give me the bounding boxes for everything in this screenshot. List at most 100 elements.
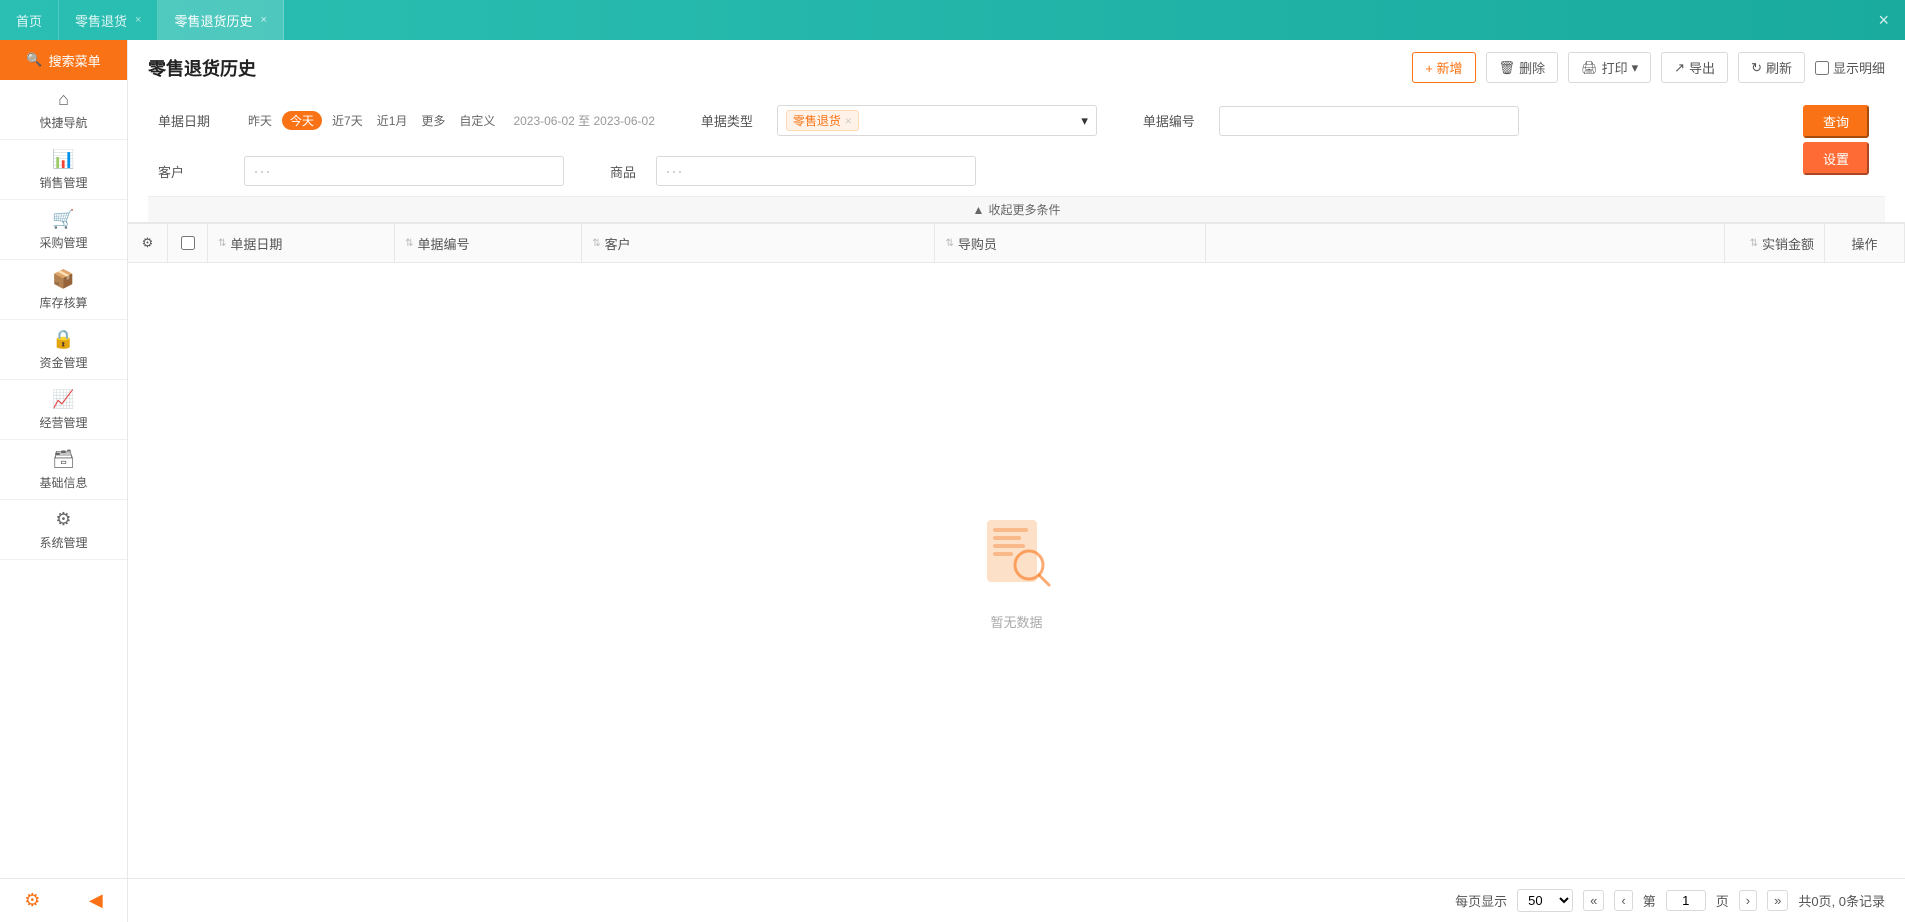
date-btn-7days[interactable]: 近7天	[328, 111, 367, 130]
delete-icon: 🗑	[1499, 60, 1516, 76]
voucher-input[interactable]	[1219, 106, 1519, 136]
sidebar-item-base-info[interactable]: 🗃 基础信息	[0, 440, 127, 500]
date-btn-more[interactable]: 更多	[417, 111, 449, 130]
last-page-button[interactable]: »	[1767, 890, 1788, 911]
type-tag: 零售退货 ×	[786, 110, 859, 131]
new-button[interactable]: + 新增	[1412, 52, 1475, 83]
sidebar-item-operations-label: 经营管理	[39, 414, 87, 431]
th-guide[interactable]: ⇅ 导购员	[935, 224, 1205, 262]
empty-state: 暂无数据	[128, 263, 1905, 878]
sidebar-search[interactable]: 🔍 搜索菜单	[0, 40, 127, 80]
sidebar-item-sys-mgmt[interactable]: ⚙ 系统管理	[0, 500, 127, 560]
th-spacer	[1206, 224, 1725, 262]
goods-select[interactable]: ···	[656, 156, 976, 186]
customer-select[interactable]: ···	[244, 156, 564, 186]
tab-home[interactable]: 首页	[0, 0, 59, 40]
empty-text: 暂无数据	[990, 612, 1042, 631]
operations-icon: 📈	[52, 389, 74, 410]
search-icon: 🔍	[26, 52, 42, 68]
customer-filter-label: 客户	[158, 162, 238, 181]
tab-retail-return-history-close[interactable]: ×	[260, 14, 266, 26]
table-container: ⚙ ⇅ 单据日期 ⇅ 单据编号 ⇅ 客户 ⇅	[128, 223, 1905, 922]
th-action: 操作	[1825, 224, 1905, 262]
filter-area: 单据日期 昨天 今天 近7天 近1月 更多 自定义 2023-06-02 至 2…	[148, 95, 1885, 222]
type-filter-label: 单据类型	[701, 111, 771, 130]
window-close-icon[interactable]: ×	[1878, 10, 1905, 31]
page-size-select[interactable]: 10 20 50 100	[1517, 889, 1573, 912]
date-btn-yesterday[interactable]: 昨天	[244, 111, 276, 130]
th-checkbox[interactable]	[168, 224, 208, 262]
page-header: 零售退货历史 + 新增 🗑 删除 🖨 打印 ▾ ↗ 导出	[128, 40, 1905, 223]
th-amount[interactable]: ⇅ 实销金额	[1725, 224, 1825, 262]
page-num-input[interactable]	[1666, 890, 1706, 911]
print-icon: 🖨	[1581, 60, 1598, 76]
th-action-label: 操作	[1852, 234, 1878, 253]
date-btn-1month[interactable]: 近1月	[373, 111, 412, 130]
refresh-button[interactable]: ↻ 刷新	[1738, 52, 1805, 83]
th-date[interactable]: ⇅ 单据日期	[208, 224, 395, 262]
page-suffix: 页	[1716, 891, 1729, 910]
delete-button[interactable]: 🗑 删除	[1486, 52, 1559, 83]
date-filter-label: 单据日期	[158, 111, 238, 130]
sidebar-item-base-label: 基础信息	[39, 474, 87, 491]
print-button[interactable]: 🖨 打印 ▾	[1568, 52, 1651, 83]
filter-customer-row: 客户 ··· 商品 ···	[148, 156, 1787, 186]
th-settings[interactable]: ⚙	[128, 224, 168, 262]
settings-icon: ⚙	[142, 235, 154, 251]
sidebar-settings-icon[interactable]: ⚙	[24, 890, 40, 911]
sidebar-item-sales-label: 销售管理	[39, 174, 87, 191]
sidebar-bottom: ⚙ ◀	[0, 878, 127, 922]
sidebar-item-inventory[interactable]: 📦 库存核算	[0, 260, 127, 320]
sidebar-item-purchase-mgmt[interactable]: 🛒 采购管理	[0, 200, 127, 260]
next-page-button[interactable]: ›	[1739, 890, 1757, 911]
prev-page-button[interactable]: ‹	[1614, 890, 1632, 911]
refresh-icon: ↻	[1751, 60, 1762, 76]
th-guide-label: 导购员	[958, 234, 997, 253]
sidebar-search-label: 搜索菜单	[49, 51, 101, 70]
print-chevron-icon: ▾	[1632, 60, 1639, 76]
sort-icon-date: ⇅	[218, 238, 226, 249]
quick-nav-icon: ⌂	[58, 89, 69, 110]
sidebar-item-finance-label: 资金管理	[39, 354, 87, 371]
export-button[interactable]: ↗ 导出	[1661, 52, 1728, 83]
sidebar-item-sales-mgmt[interactable]: 📊 销售管理	[0, 140, 127, 200]
date-btn-custom[interactable]: 自定义	[455, 111, 499, 130]
sidebar-collapse-icon[interactable]: ◀	[89, 890, 103, 911]
select-all-checkbox[interactable]	[181, 236, 195, 250]
type-tag-remove[interactable]: ×	[845, 114, 852, 128]
finance-icon: 🔒	[52, 329, 74, 350]
tab-retail-return[interactable]: 零售退货 ×	[59, 0, 158, 40]
sort-icon-customer: ⇅	[592, 238, 600, 249]
sidebar-item-quick-nav[interactable]: ⌂ 快捷导航	[0, 80, 127, 140]
th-no[interactable]: ⇅ 单据编号	[395, 224, 582, 262]
setting-button[interactable]: 设置	[1803, 142, 1869, 175]
show-detail-checkbox[interactable]	[1815, 61, 1829, 75]
first-page-button[interactable]: «	[1583, 890, 1604, 911]
type-tag-value: 零售退货	[793, 112, 841, 129]
date-btn-today[interactable]: 今天	[282, 111, 322, 130]
main-layout: 🔍 搜索菜单 ⌂ 快捷导航 📊 销售管理 🛒 采购管理 📦 库存核算 🔒	[0, 40, 1905, 922]
th-customer[interactable]: ⇅ 客户	[582, 224, 935, 262]
total-text: 共0页, 0条记录	[1798, 891, 1885, 910]
sidebar-item-list: ⌂ 快捷导航 📊 销售管理 🛒 采购管理 📦 库存核算 🔒 资金管理 📈	[0, 80, 127, 878]
th-customer-label: 客户	[605, 234, 631, 253]
sidebar-item-finance[interactable]: 🔒 资金管理	[0, 320, 127, 380]
sidebar-item-sys-label: 系统管理	[39, 534, 87, 551]
sidebar-item-purchase-label: 采购管理	[39, 234, 87, 251]
query-button[interactable]: 查询	[1803, 105, 1869, 138]
customer-placeholder: ···	[253, 162, 271, 180]
collapse-bar[interactable]: ▲ 收起更多条件	[148, 196, 1885, 222]
type-dropdown-icon: ▾	[1081, 113, 1088, 129]
tab-home-label: 首页	[16, 11, 42, 30]
th-date-label: 单据日期	[230, 234, 282, 253]
type-select[interactable]: 零售退货 × ▾	[777, 105, 1097, 136]
date-btn-group: 昨天 今天 近7天 近1月 更多 自定义	[244, 111, 499, 130]
tab-retail-return-history[interactable]: 零售退货历史 ×	[158, 0, 283, 40]
sidebar-item-operations[interactable]: 📈 经营管理	[0, 380, 127, 440]
tab-retail-return-label: 零售退货	[75, 11, 127, 30]
tab-retail-return-close[interactable]: ×	[135, 14, 141, 26]
th-no-label: 单据编号	[418, 234, 470, 253]
show-detail-checkbox-label[interactable]: 显示明细	[1815, 58, 1885, 77]
collapse-icon: ▲	[973, 203, 985, 217]
goods-placeholder: ···	[665, 162, 683, 180]
